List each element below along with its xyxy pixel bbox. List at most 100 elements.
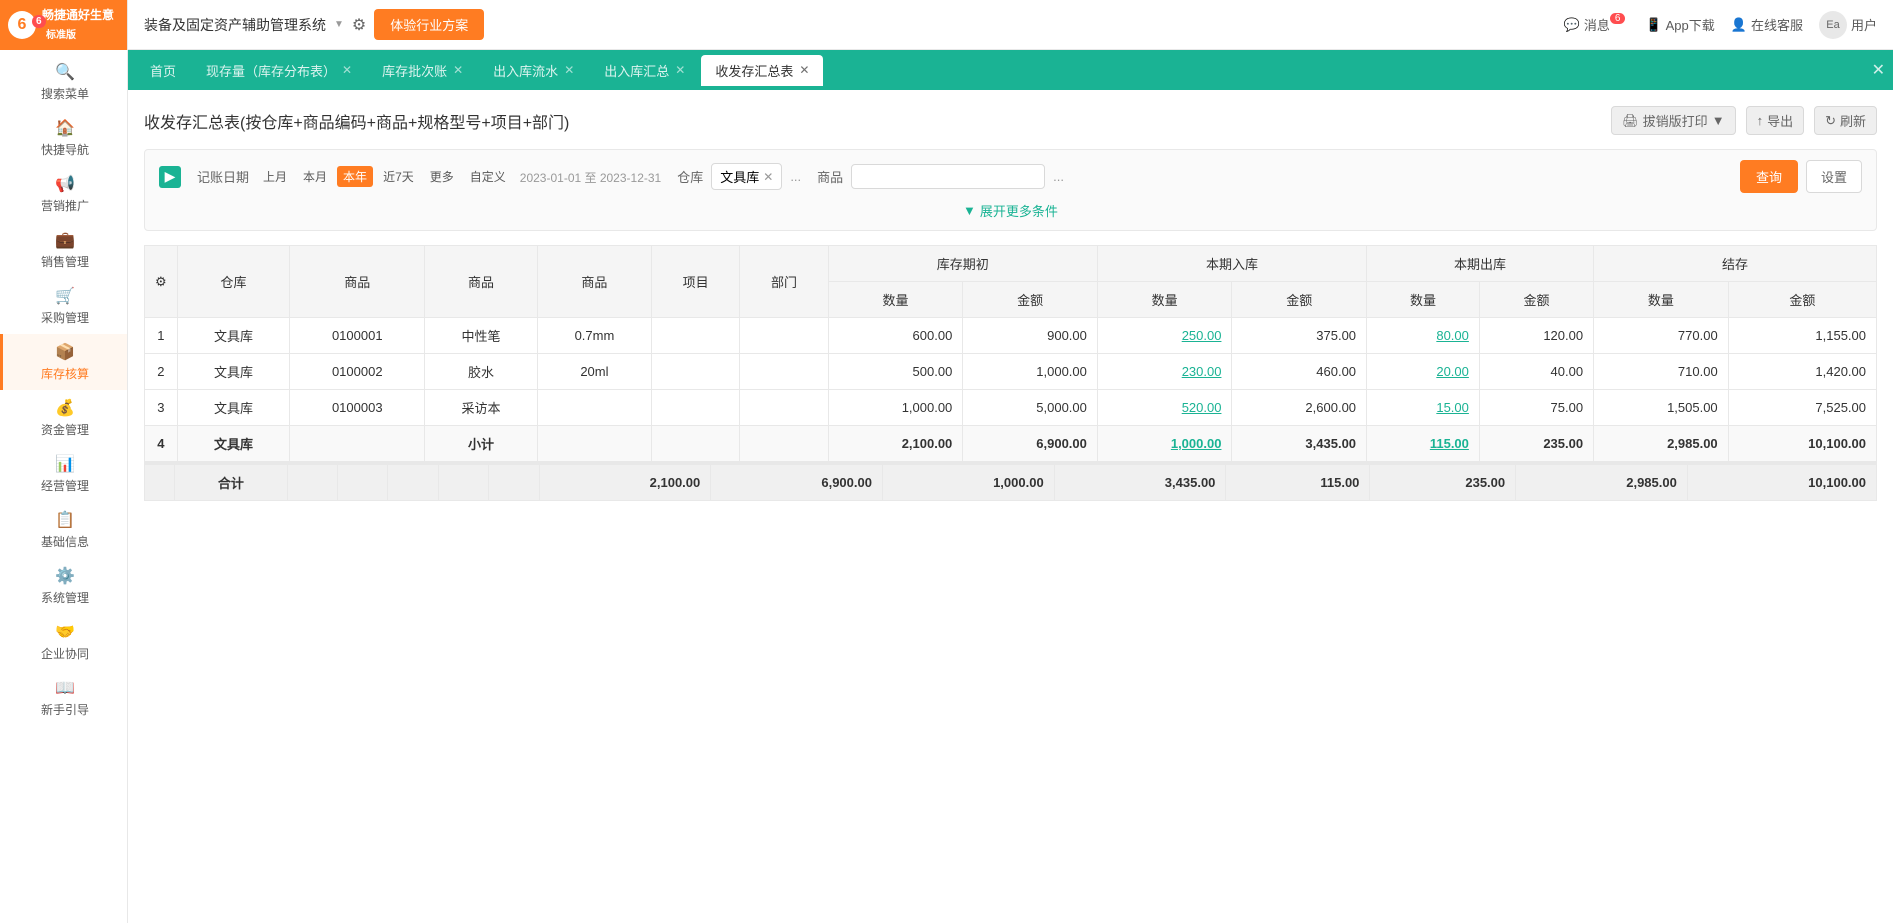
sidebar-item-collab[interactable]: 🤝 企业协同	[0, 614, 127, 670]
settings-icon[interactable]: ⚙	[352, 15, 366, 35]
product-filter-input[interactable]	[851, 164, 1045, 189]
subtotal-out-amt: 235.00	[1479, 426, 1593, 462]
sidebar-item-finance[interactable]: 💰 资金管理	[0, 390, 127, 446]
date-shortcut-7days[interactable]: 近7天	[377, 166, 420, 187]
export-button[interactable]: ↑ 导出	[1746, 106, 1805, 135]
message-item[interactable]: 💬 消息 6	[1564, 15, 1630, 34]
tab-inout-flow[interactable]: 出入库流水 ✕	[479, 55, 588, 86]
subtotal-out-qty-link[interactable]: 115.00	[1430, 436, 1469, 451]
row2-in-qty-link[interactable]: 230.00	[1182, 364, 1222, 379]
subtotal-out-qty[interactable]: 115.00	[1367, 426, 1480, 462]
app-download-label: App下载	[1666, 15, 1715, 34]
row3-in-qty-link[interactable]: 520.00	[1182, 400, 1222, 415]
total-bal-amt: 10,100.00	[1687, 465, 1876, 501]
th-spec: 商品	[537, 246, 651, 318]
date-shortcut-this-month[interactable]: 本月	[297, 166, 333, 187]
th-open-qty: 数量	[828, 282, 963, 318]
warehouse-more-icon[interactable]: ...	[790, 169, 801, 184]
dropdown-arrow-icon[interactable]: ▼	[334, 19, 344, 30]
sidebar-logo: 6 6 畅捷通好生意 标准版	[0, 0, 127, 50]
logo-tag: 标准版	[42, 25, 80, 42]
total-blank4	[388, 465, 438, 501]
subtotal-bal-qty: 2,985.00	[1594, 426, 1729, 462]
sidebar-item-marketing[interactable]: 📢 营销推广	[0, 166, 127, 222]
row2-in-qty[interactable]: 230.00	[1097, 354, 1232, 390]
row3-out-qty-link[interactable]: 15.00	[1436, 400, 1469, 415]
tab-home[interactable]: 首页	[136, 55, 190, 86]
tab-stock-summary[interactable]: 收发存汇总表 ✕	[701, 55, 823, 86]
tab-close-inventory-dist[interactable]: ✕	[342, 63, 352, 77]
subtotal-no: 4	[145, 426, 178, 462]
sidebar-item-search[interactable]: 🔍 搜索菜单	[0, 54, 127, 110]
sidebar-item-operations[interactable]: 📊 经营管理	[0, 446, 127, 502]
date-shortcut-last-month[interactable]: 上月	[257, 166, 293, 187]
sidebar-item-finance-label: 资金管理	[41, 421, 89, 438]
filter-toggle-button[interactable]: ▶	[159, 166, 181, 188]
print-button[interactable]: 🖨 拔销版打印 ▼	[1611, 106, 1735, 135]
row1-out-qty[interactable]: 80.00	[1367, 318, 1480, 354]
data-table: ⚙ 仓库 商品 商品 商品 项目 部门 库存期初 本期入库 本期出库 结存 数量…	[144, 245, 1877, 462]
user-item[interactable]: Ea 用户	[1819, 11, 1877, 39]
date-filter-group: 记账日期 上月 本月 本年 近7天 更多 自定义 2023-01-01 至 20…	[197, 166, 661, 187]
row3-in-qty[interactable]: 520.00	[1097, 390, 1232, 426]
th-bal-qty: 数量	[1594, 282, 1729, 318]
row2-out-amt: 40.00	[1479, 354, 1593, 390]
sales-icon: 💼	[55, 230, 75, 250]
filter-expand[interactable]: ▼ 展开更多条件	[159, 201, 1862, 220]
product-more-icon[interactable]: ...	[1053, 169, 1064, 184]
row1-in-qty[interactable]: 250.00	[1097, 318, 1232, 354]
subtotal-in-qty[interactable]: 1,000.00	[1097, 426, 1232, 462]
total-out-amt: 235.00	[1370, 465, 1516, 501]
row2-spec: 20ml	[537, 354, 651, 390]
warehouse-tag-close-icon[interactable]: ✕	[763, 170, 773, 184]
setting-button[interactable]: 设置	[1806, 160, 1862, 193]
filter-row: ▶ 记账日期 上月 本月 本年 近7天 更多 自定义 2023-01-01 至 …	[159, 160, 1862, 193]
collab-icon: 🤝	[55, 622, 75, 642]
app-download-item[interactable]: 📱 App下载	[1645, 15, 1714, 34]
table-row: 1 文具库 0100001 中性笔 0.7mm 600.00 900.00 25…	[145, 318, 1877, 354]
sidebar-item-guide[interactable]: 📖 新手引导	[0, 670, 127, 726]
total-in-qty: 1,000.00	[882, 465, 1054, 501]
date-shortcut-more[interactable]: 更多	[424, 166, 460, 187]
subtotal-name: 小计	[425, 426, 538, 462]
row3-open-amt: 5,000.00	[963, 390, 1098, 426]
sidebar-item-collab-label: 企业协同	[41, 645, 89, 662]
row1-in-qty-link[interactable]: 250.00	[1182, 328, 1222, 343]
row2-out-qty[interactable]: 20.00	[1367, 354, 1480, 390]
tab-close-inout-flow[interactable]: ✕	[564, 63, 574, 77]
sidebar-item-inventory[interactable]: 📦 库存核算	[0, 334, 127, 390]
total-blank5	[438, 465, 488, 501]
sidebar-item-sales[interactable]: 💼 销售管理	[0, 222, 127, 278]
total-out-qty: 115.00	[1226, 465, 1370, 501]
date-shortcut-this-year[interactable]: 本年	[337, 166, 373, 187]
main-content: 装备及固定资产辅助管理系统 ▼ ⚙ 体验行业方案 💬 消息 6 📱 App下载 …	[128, 0, 1893, 923]
trial-button[interactable]: 体验行业方案	[374, 9, 484, 40]
tab-batch[interactable]: 库存批次账 ✕	[368, 55, 477, 86]
row2-bal-amt: 1,420.00	[1728, 354, 1876, 390]
online-service-item[interactable]: 👤 在线客服	[1731, 15, 1803, 34]
sidebar-item-basic[interactable]: 📋 基础信息	[0, 502, 127, 558]
subtotal-in-qty-link[interactable]: 1,000.00	[1171, 436, 1222, 451]
th-settings[interactable]: ⚙	[145, 246, 178, 318]
tab-close-batch[interactable]: ✕	[453, 63, 463, 77]
subtotal-row: 4 文具库 小计 2,100.00 6,900.00 1,000.00 3,43…	[145, 426, 1877, 462]
sidebar-item-system[interactable]: ⚙️ 系统管理	[0, 558, 127, 614]
row3-out-qty[interactable]: 15.00	[1367, 390, 1480, 426]
tab-close-inout-summary[interactable]: ✕	[675, 63, 685, 77]
row2-out-qty-link[interactable]: 20.00	[1436, 364, 1469, 379]
tab-close-stock-summary[interactable]: ✕	[799, 63, 809, 77]
sidebar-item-nav[interactable]: 🏠 快捷导航	[0, 110, 127, 166]
row3-code: 0100003	[290, 390, 425, 426]
tab-inventory-dist[interactable]: 现存量（库存分布表） ✕	[192, 55, 366, 86]
refresh-button[interactable]: ↻ 刷新	[1814, 106, 1877, 135]
row1-out-qty-link[interactable]: 80.00	[1436, 328, 1469, 343]
row1-open-amt: 900.00	[963, 318, 1098, 354]
row1-no: 1	[145, 318, 178, 354]
sidebar-item-purchase[interactable]: 🛒 采购管理	[0, 278, 127, 334]
sidebar-item-operations-label: 经营管理	[41, 477, 89, 494]
date-shortcut-custom[interactable]: 自定义	[464, 166, 512, 187]
th-warehouse: 仓库	[177, 246, 290, 318]
query-button[interactable]: 查询	[1740, 160, 1798, 193]
tab-inout-summary[interactable]: 出入库汇总 ✕	[590, 55, 699, 86]
tabs-close-all-icon[interactable]: ✕	[1872, 60, 1885, 80]
